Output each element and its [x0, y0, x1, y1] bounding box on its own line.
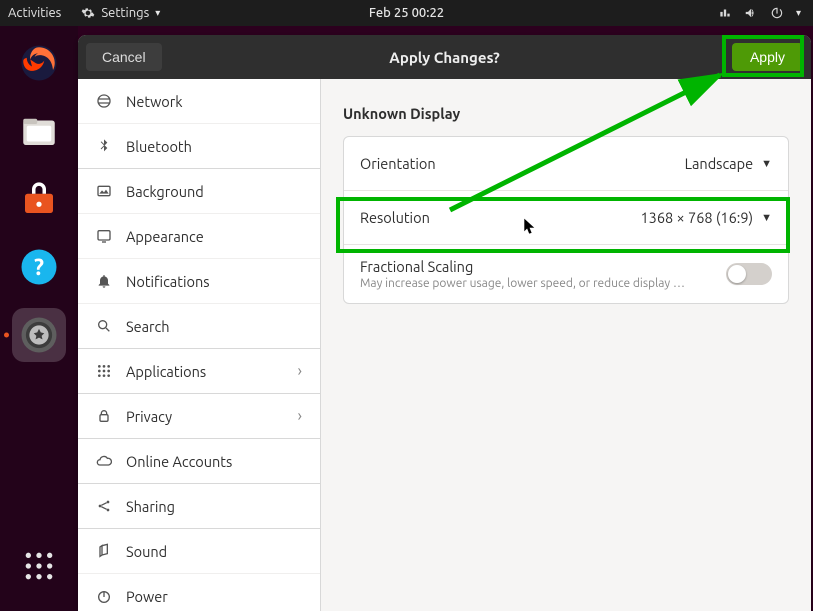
fractional-scaling-switch[interactable] — [726, 263, 772, 285]
status-chevron-down-icon: ▾ — [796, 7, 801, 19]
display-settings-pane: Unknown Display Orientation Landscape ▼ … — [321, 79, 811, 611]
orientation-value[interactable]: Landscape ▼ — [685, 155, 772, 172]
window-title: Apply Changes? — [389, 49, 499, 66]
cloud-icon — [96, 453, 112, 469]
display-settings-list: Orientation Landscape ▼ Resolution 1368 … — [343, 136, 789, 304]
settings-icon — [18, 314, 60, 356]
dropdown-icon: ▼ — [761, 212, 772, 224]
help-icon: ? — [18, 246, 60, 288]
sidebar-item-label: Notifications — [126, 273, 210, 290]
chevron-right-icon: › — [298, 407, 303, 425]
software-icon — [18, 178, 60, 220]
sidebar-item-label: Search — [126, 318, 170, 335]
gear-icon — [81, 6, 95, 20]
sidebar-item-label: Sharing — [126, 498, 175, 515]
dock-software[interactable] — [12, 172, 66, 226]
sidebar-item-applications[interactable]: Applications › — [78, 349, 320, 394]
dock-firefox[interactable] — [12, 36, 66, 90]
row-resolution[interactable]: Resolution 1368 × 768 (16:9) ▼ — [344, 191, 788, 245]
globe-icon — [96, 93, 112, 109]
sidebar-item-power[interactable]: Power — [78, 574, 320, 611]
firefox-icon — [18, 42, 60, 84]
sidebar-item-label: Network — [126, 93, 183, 110]
dock: ? — [0, 26, 78, 611]
app-menu[interactable]: Settings ▾ — [75, 6, 166, 20]
sidebar-item-label: Appearance — [126, 228, 204, 245]
sidebar-item-background[interactable]: Background — [78, 169, 320, 214]
apps-icon — [96, 363, 112, 379]
power-nav-icon — [96, 589, 112, 605]
sidebar-item-notifications[interactable]: Notifications — [78, 259, 320, 304]
activities-button[interactable]: Activities — [8, 6, 61, 20]
sidebar-item-label: Bluetooth — [126, 138, 192, 155]
sidebar-item-network[interactable]: Network — [78, 79, 320, 124]
lock-icon — [96, 408, 112, 424]
sidebar-item-online-accounts[interactable]: Online Accounts — [78, 439, 320, 484]
sidebar-item-label: Background — [126, 183, 204, 200]
dock-help[interactable]: ? — [12, 240, 66, 294]
sidebar-item-label: Privacy — [126, 408, 172, 425]
row-orientation[interactable]: Orientation Landscape ▼ — [344, 137, 788, 191]
sidebar-item-label: Power — [126, 588, 168, 605]
sidebar-item-label: Sound — [126, 543, 167, 560]
cancel-button[interactable]: Cancel — [86, 43, 162, 71]
status-area[interactable]: ▾ — [718, 6, 805, 20]
row-label: Orientation — [360, 155, 436, 172]
row-label: Fractional Scaling — [360, 258, 690, 275]
sidebar-item-sound[interactable]: Sound — [78, 529, 320, 574]
titlebar: Cancel Apply Changes? Apply — [78, 35, 811, 79]
bell-icon — [96, 273, 112, 289]
bluetooth-icon — [96, 138, 112, 154]
sharing-icon — [96, 498, 112, 514]
settings-window: Cancel Apply Changes? Apply Network Blue… — [78, 35, 811, 611]
settings-sidebar: Network Bluetooth Background Appearance … — [78, 79, 321, 611]
clock[interactable]: Feb 25 00:22 — [369, 6, 444, 20]
sound-icon — [96, 543, 112, 559]
background-icon — [96, 183, 112, 199]
files-icon — [18, 110, 60, 152]
sidebar-item-sharing[interactable]: Sharing — [78, 484, 320, 529]
row-fractional-scaling: Fractional Scaling May increase power us… — [344, 245, 788, 303]
sidebar-item-privacy[interactable]: Privacy › — [78, 394, 320, 439]
chevron-right-icon: › — [298, 362, 303, 380]
top-panel: Activities Settings ▾ Feb 25 00:22 ▾ — [0, 0, 813, 26]
chevron-down-icon: ▾ — [155, 7, 160, 19]
search-icon — [96, 318, 112, 334]
resolution-value[interactable]: 1368 × 768 (16:9) ▼ — [640, 209, 772, 226]
dock-files[interactable] — [12, 104, 66, 158]
display-name-heading: Unknown Display — [343, 105, 789, 122]
sidebar-item-label: Online Accounts — [126, 453, 232, 470]
app-menu-label: Settings — [101, 6, 149, 20]
sidebar-item-bluetooth[interactable]: Bluetooth — [78, 124, 320, 169]
apps-grid-icon — [23, 550, 55, 582]
power-icon — [770, 6, 784, 20]
svg-text:?: ? — [34, 255, 44, 280]
dropdown-icon: ▼ — [761, 158, 772, 170]
row-sublabel: May increase power usage, lower speed, o… — [360, 277, 690, 290]
volume-icon — [744, 6, 758, 20]
sidebar-item-search[interactable]: Search — [78, 304, 320, 349]
network-icon — [718, 6, 732, 20]
dock-settings[interactable] — [12, 308, 66, 362]
row-label: Resolution — [360, 209, 430, 226]
apply-button[interactable]: Apply — [732, 43, 803, 71]
sidebar-item-appearance[interactable]: Appearance — [78, 214, 320, 259]
appearance-icon — [96, 228, 112, 244]
sidebar-item-label: Applications — [126, 363, 206, 380]
dock-show-apps[interactable] — [12, 539, 66, 593]
